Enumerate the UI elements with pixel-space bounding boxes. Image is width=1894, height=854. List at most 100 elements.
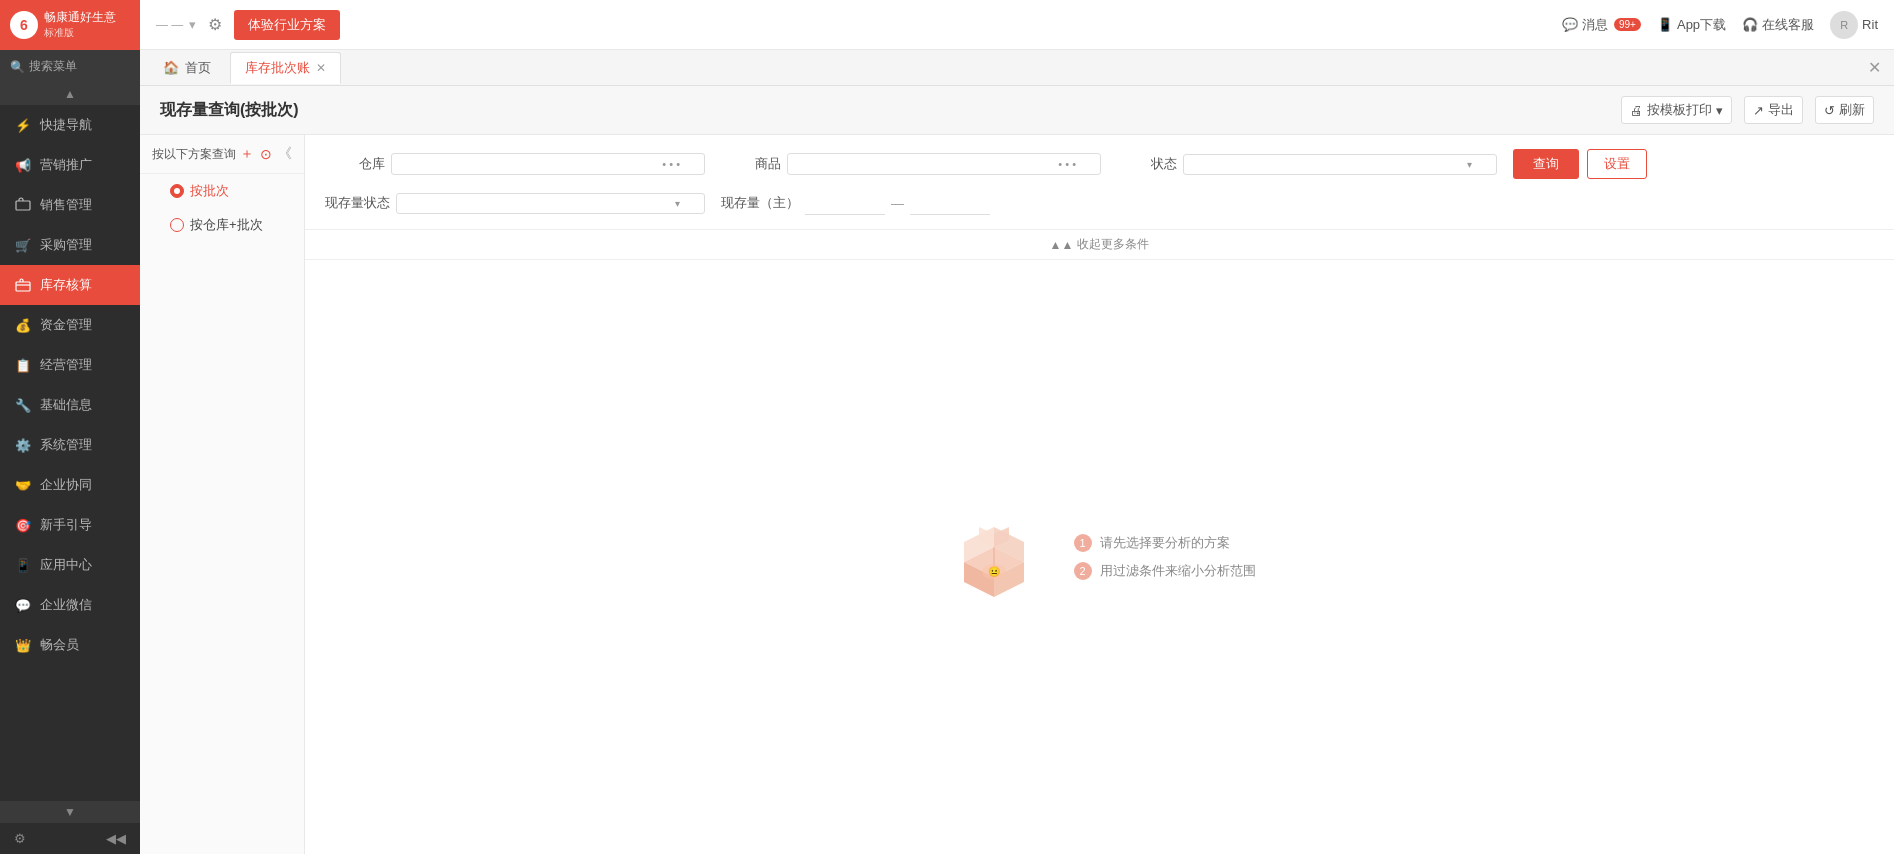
- filter-row-1: 仓库 • • • 商品 • • •: [325, 149, 1874, 179]
- sidebar-item-label: 畅会员: [40, 636, 79, 654]
- filter-item-label: 按批次: [190, 182, 229, 200]
- add-filter-icon[interactable]: ＋: [240, 145, 254, 163]
- home-icon: 🏠: [163, 60, 179, 75]
- goods-label: 商品: [721, 155, 781, 173]
- sidebar-item-enterprise-wechat[interactable]: 💬 企业微信: [0, 585, 140, 625]
- print-template-btn[interactable]: 🖨 按模板打印 ▾: [1621, 96, 1732, 124]
- refresh-icon: ↺: [1824, 103, 1835, 118]
- messages-btn[interactable]: 💬 消息 99+: [1562, 16, 1641, 34]
- sidebar-item-app-center[interactable]: 📱 应用中心: [0, 545, 140, 585]
- tab-home[interactable]: 🏠 首页: [148, 52, 226, 84]
- filter-item-by-warehouse-batch[interactable]: 按仓库+批次: [140, 208, 304, 242]
- inventory-status-label: 现存量状态: [325, 194, 390, 212]
- page-close-btn[interactable]: ✕: [1862, 56, 1886, 80]
- finance-icon: 💰: [14, 316, 32, 334]
- inventory-icon: [14, 276, 32, 294]
- sidebar-scroll-down[interactable]: ▼: [0, 801, 140, 823]
- sidebar-item-members[interactable]: 👑 畅会员: [0, 625, 140, 665]
- action-btns: 查询 设置: [1513, 149, 1647, 179]
- sidebar-item-operations[interactable]: 📋 经营管理: [0, 345, 140, 385]
- sidebar-item-newbie[interactable]: 🎯 新手引导: [0, 505, 140, 545]
- quantity-from-input[interactable]: [805, 191, 885, 215]
- warehouse-input[interactable]: • • •: [391, 153, 705, 175]
- purchase-icon: 🛒: [14, 236, 32, 254]
- sidebar-footer: ⚙ ◀◀: [0, 823, 140, 854]
- members-icon: 👑: [14, 636, 32, 654]
- sidebar: 6 畅康通好生意 标准版 🔍 搜索菜单 ▲ ⚡ 快捷导航 📢 营销推广 销售管理…: [0, 0, 140, 854]
- goods-input[interactable]: • • •: [787, 153, 1101, 175]
- empty-tips: 1 请先选择要分析的方案 2 用过滤条件来缩小分析范围: [1074, 534, 1256, 580]
- sidebar-item-enterprise[interactable]: 🤝 企业协同: [0, 465, 140, 505]
- settings-button[interactable]: 设置: [1587, 149, 1647, 179]
- app-logo: 6: [10, 11, 38, 39]
- sidebar-item-sales[interactable]: 销售管理: [0, 185, 140, 225]
- empty-svg: 😐: [944, 507, 1044, 607]
- filter-panel-header: 按以下方案查询 ＋ ⊙ 《: [140, 135, 304, 174]
- sidebar-item-quick-nav[interactable]: ⚡ 快捷导航: [0, 105, 140, 145]
- filter-item-by-batch[interactable]: 按批次: [140, 174, 304, 208]
- sidebar-item-label: 系统管理: [40, 436, 92, 454]
- app-download-btn[interactable]: 📱 App下载: [1657, 16, 1726, 34]
- empty-state: 😐 1 请先选择要分析的方案 2 用过滤条件来缩: [305, 260, 1894, 854]
- messages-label: 消息: [1582, 16, 1608, 34]
- collapse-panel-icon[interactable]: 《: [278, 145, 292, 163]
- filter-field-inventory-quantity: 现存量（主） —: [721, 191, 1101, 215]
- collapse-label: 收起更多条件: [1077, 236, 1149, 253]
- export-btn[interactable]: ↗ 导出: [1744, 96, 1803, 124]
- user-menu[interactable]: R Rit: [1830, 11, 1878, 39]
- sidebar-item-label: 库存核算: [40, 276, 92, 294]
- query-button[interactable]: 查询: [1513, 149, 1579, 179]
- tip2-text: 用过滤条件来缩小分析范围: [1100, 562, 1256, 580]
- sidebar-nav: ⚡ 快捷导航 📢 营销推广 销售管理 🛒 采购管理 库存核算 💰 资金管理: [0, 105, 140, 801]
- gear-icon[interactable]: ⚙: [208, 15, 222, 34]
- industry-btn[interactable]: 体验行业方案: [234, 10, 340, 40]
- sidebar-item-label: 企业微信: [40, 596, 92, 614]
- sidebar-item-label: 资金管理: [40, 316, 92, 334]
- sidebar-item-label: 快捷导航: [40, 116, 92, 134]
- basic-icon: 🔧: [14, 396, 32, 414]
- status-select[interactable]: ▾: [1183, 154, 1497, 175]
- goods-dots-icon[interactable]: • • •: [1058, 158, 1076, 170]
- collapse-arrow-icon: ▲▲: [1050, 238, 1074, 252]
- system-icon: ⚙️: [14, 436, 32, 454]
- user-avatar: R: [1830, 11, 1858, 39]
- filter-settings-icon[interactable]: ⊙: [260, 146, 272, 162]
- sidebar-item-label: 基础信息: [40, 396, 92, 414]
- breadcrumb-text: — —: [156, 18, 183, 32]
- printer-icon: 🖨: [1630, 103, 1643, 118]
- message-icon: 💬: [1562, 17, 1578, 32]
- svg-rect-0: [16, 201, 30, 210]
- inventory-status-select[interactable]: ▾: [396, 193, 705, 214]
- search-icon: 🔍: [10, 60, 25, 74]
- sidebar-item-finance[interactable]: 💰 资金管理: [0, 305, 140, 345]
- app-name-block: 畅康通好生意 标准版: [44, 10, 116, 40]
- warehouse-dots-icon[interactable]: • • •: [662, 158, 680, 170]
- tab-batch-account[interactable]: 库存批次账 ✕: [230, 52, 341, 84]
- sidebar-item-marketing[interactable]: 📢 营销推广: [0, 145, 140, 185]
- sidebar-item-label: 采购管理: [40, 236, 92, 254]
- messages-badge: 99+: [1614, 18, 1641, 31]
- quantity-to-input[interactable]: [910, 191, 990, 215]
- sidebar-item-purchase[interactable]: 🛒 采购管理: [0, 225, 140, 265]
- collapse-sidebar-icon[interactable]: ◀◀: [106, 831, 126, 846]
- refresh-btn[interactable]: ↺ 刷新: [1815, 96, 1874, 124]
- collapse-more-btn[interactable]: ▲▲ 收起更多条件: [305, 230, 1894, 260]
- inventory-status-chevron-icon: ▾: [675, 198, 680, 209]
- sidebar-scroll-up[interactable]: ▲: [0, 83, 140, 105]
- tab-label: 库存批次账: [245, 59, 310, 77]
- sidebar-item-system[interactable]: ⚙️ 系统管理: [0, 425, 140, 465]
- svg-text:😐: 😐: [988, 565, 1001, 578]
- dropdown-icon[interactable]: ▾: [189, 17, 196, 32]
- filter-field-goods: 商品 • • •: [721, 153, 1101, 175]
- online-service-btn[interactable]: 🎧 在线客服: [1742, 16, 1814, 34]
- sidebar-item-label: 应用中心: [40, 556, 92, 574]
- content-area: 现存量查询(按批次) 🖨 按模板打印 ▾ ↗ 导出 ↺ 刷新: [140, 86, 1894, 854]
- marketing-icon: 📢: [14, 156, 32, 174]
- sidebar-search[interactable]: 🔍 搜索菜单: [0, 50, 140, 83]
- online-service-label: 在线客服: [1762, 16, 1814, 34]
- page-header-actions: 🖨 按模板打印 ▾ ↗ 导出 ↺ 刷新: [1621, 96, 1874, 124]
- settings-icon[interactable]: ⚙: [14, 831, 26, 846]
- sidebar-item-basic[interactable]: 🔧 基础信息: [0, 385, 140, 425]
- tab-close-icon[interactable]: ✕: [316, 61, 326, 75]
- sidebar-item-inventory[interactable]: 库存核算: [0, 265, 140, 305]
